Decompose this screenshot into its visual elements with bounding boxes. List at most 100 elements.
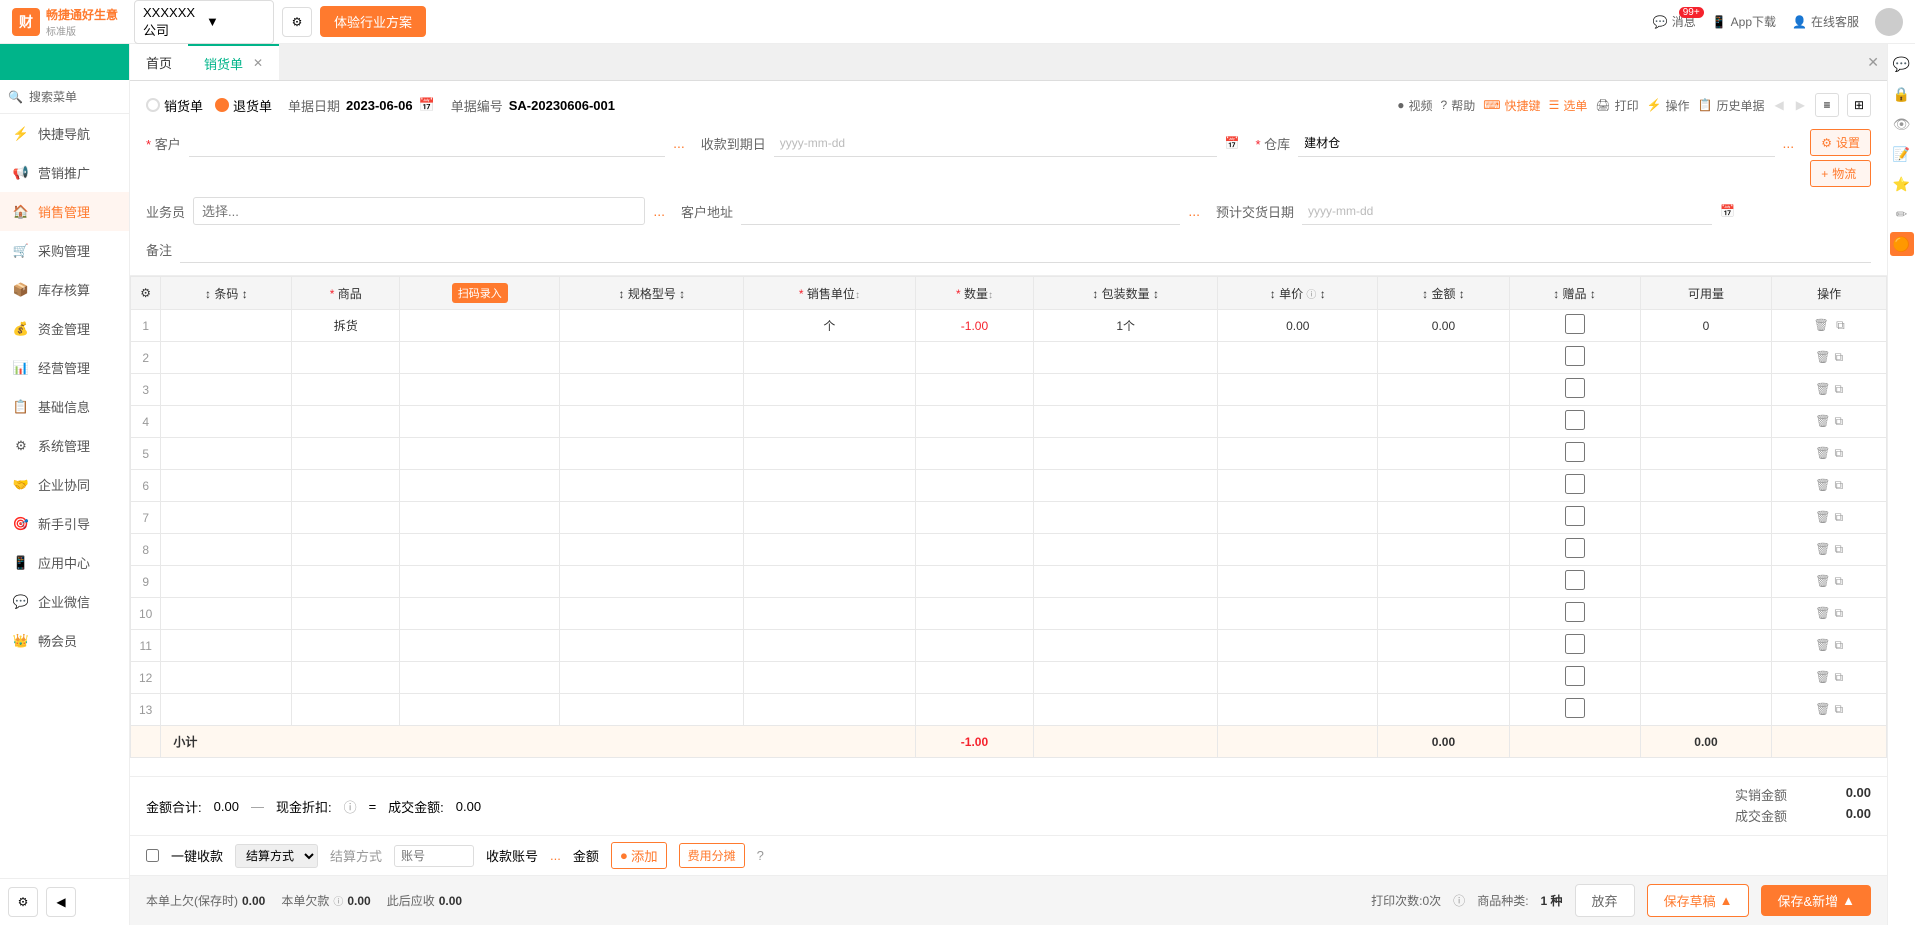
tab-home[interactable]: 首页 [130, 44, 188, 80]
sidebar-item-sales[interactable]: 🏠 销售管理 [0, 192, 129, 231]
sidebar-item-basics[interactable]: 📋 基础信息 [0, 387, 129, 426]
sidebar-item-apps[interactable]: 📱 应用中心 [0, 543, 129, 582]
delete-row-12-icon[interactable]: 🗑 [1815, 670, 1830, 684]
copy-row-2-icon[interactable]: ⧉ [1835, 350, 1844, 364]
avatar[interactable] [1875, 8, 1903, 36]
copy-row-10-icon[interactable]: ⧉ [1835, 606, 1844, 620]
delete-row-6-icon[interactable]: 🗑 [1815, 478, 1830, 492]
logistics-button[interactable]: + 物流 [1810, 160, 1871, 187]
toolbar-shortcut[interactable]: ⌨ 快捷键 [1483, 97, 1540, 114]
gift-checkbox-5[interactable] [1565, 442, 1585, 462]
toolbar-select[interactable]: ☰ 选单 [1549, 97, 1588, 114]
copy-row-8-icon[interactable]: ⧉ [1835, 542, 1844, 556]
copy-row-5-icon[interactable]: ⧉ [1835, 446, 1844, 460]
delete-row-2-icon[interactable]: 🗑 [1815, 350, 1830, 364]
th-unit[interactable]: * 销售单位↕ [744, 277, 915, 310]
gift-checkbox-3[interactable] [1565, 378, 1585, 398]
sidebar-item-operations[interactable]: 📊 经营管理 [0, 348, 129, 387]
delete-row-10-icon[interactable]: 🗑 [1815, 606, 1830, 620]
address-dots-button[interactable]: ... [1188, 203, 1200, 219]
tab-close-icon[interactable]: ✕ [253, 56, 263, 70]
account-dots-button[interactable]: ... [550, 848, 561, 863]
copy-row-3-icon[interactable]: ⧉ [1835, 382, 1844, 396]
right-panel-note-icon[interactable]: 📝 [1890, 142, 1914, 166]
sidebar-item-system[interactable]: ⚙ 系统管理 [0, 426, 129, 465]
customer-address-input[interactable] [741, 197, 1180, 225]
copy-row-12-icon[interactable]: ⧉ [1835, 670, 1844, 684]
right-panel-edit-icon[interactable]: ✏ [1890, 202, 1914, 226]
th-price[interactable]: ↕ 单价 ⓘ ↕ [1218, 277, 1378, 310]
delete-row-3-icon[interactable]: 🗑 [1815, 382, 1830, 396]
gift-checkbox-11[interactable] [1565, 634, 1585, 654]
salesperson-dots-button[interactable]: ... [653, 203, 665, 219]
delete-row-5-icon[interactable]: 🗑 [1815, 446, 1830, 460]
gift-checkbox-7[interactable] [1565, 506, 1585, 526]
copy-row-13-icon[interactable]: ⧉ [1835, 702, 1844, 716]
scan-button[interactable]: 扫码录入 [452, 283, 508, 303]
settings-button[interactable]: ⚙ 设置 [1810, 129, 1871, 156]
delete-row-11-icon[interactable]: 🗑 [1815, 638, 1830, 652]
sidebar-item-finance[interactable]: 💰 资金管理 [0, 309, 129, 348]
collection-date-input[interactable]: yyyy-mm-dd [774, 129, 1217, 157]
gift-checkbox-13[interactable] [1565, 698, 1585, 718]
sidebar-item-marketing[interactable]: 📢 营销推广 [0, 153, 129, 192]
toolbar-print[interactable]: 🖨 打印 [1595, 97, 1638, 114]
app-download-button[interactable]: 📱 App下载 [1712, 13, 1776, 30]
sidebar-item-quick-nav[interactable]: ⚡ 快捷导航 [0, 114, 129, 153]
account-input[interactable] [394, 845, 474, 867]
sidebar-item-member[interactable]: 👑 畅会员 [0, 621, 129, 660]
company-selector[interactable]: XXXXXX公司 ▼ [134, 0, 274, 44]
right-panel-star-icon[interactable]: ⭐ [1890, 172, 1914, 196]
right-panel-chat-icon[interactable]: 💬 [1890, 52, 1914, 76]
th-product[interactable]: * 商品 [292, 277, 400, 310]
sidebar-item-inventory[interactable]: 📦 库存核算 [0, 270, 129, 309]
delete-row-13-icon[interactable]: 🗑 [1815, 702, 1830, 716]
expense-info-icon[interactable]: ? [757, 848, 764, 863]
collection-cal-icon[interactable]: 📅 [1225, 136, 1240, 150]
th-amount[interactable]: ↕ 金额 ↕ [1378, 277, 1509, 310]
copy-row-9-icon[interactable]: ⧉ [1835, 574, 1844, 588]
owe-info-icon[interactable]: ⓘ [333, 893, 343, 908]
view-grid-icon[interactable]: ⊞ [1847, 93, 1871, 117]
sidebar-search[interactable]: 🔍 搜索菜单 [0, 80, 129, 114]
gift-checkbox-8[interactable] [1565, 538, 1585, 558]
gift-checkbox-9[interactable] [1565, 570, 1585, 590]
salesperson-input[interactable] [193, 197, 645, 225]
trial-button[interactable]: 体验行业方案 [320, 6, 426, 37]
right-panel-eye-icon[interactable]: 👁 [1890, 112, 1914, 136]
radio-return[interactable]: 退货单 [215, 96, 272, 115]
copy-row-11-icon[interactable]: ⧉ [1835, 638, 1844, 652]
sidebar-settings-button[interactable]: ⚙ [8, 887, 38, 917]
message-button[interactable]: 💬 消息 99+ [1653, 13, 1696, 30]
sidebar-item-purchase[interactable]: 🛒 采购管理 [0, 231, 129, 270]
delete-row-8-icon[interactable]: 🗑 [1815, 542, 1830, 556]
calendar-icon[interactable]: 📅 [419, 97, 435, 113]
th-pack-qty[interactable]: ↕ 包装数量 ↕ [1034, 277, 1218, 310]
th-spec[interactable]: ↕ 规格型号 ↕ [560, 277, 744, 310]
right-panel-alert-icon[interactable]: 🟠 [1890, 232, 1914, 256]
settings-icon[interactable]: ⚙ [282, 7, 312, 37]
copy-row-6-icon[interactable]: ⧉ [1835, 478, 1844, 492]
discount-info-icon[interactable]: ⓘ [344, 797, 357, 816]
sidebar-collapse-button[interactable]: ◀ [46, 887, 76, 917]
gift-checkbox-6[interactable] [1565, 474, 1585, 494]
th-setting[interactable]: ⚙ [131, 277, 161, 310]
radio-sale[interactable]: 销货单 [146, 96, 203, 115]
th-available[interactable]: 可用量 [1640, 277, 1772, 310]
one-click-checkbox[interactable] [146, 849, 159, 862]
expense-split-button[interactable]: 费用分摊 [679, 843, 745, 868]
gift-checkbox-12[interactable] [1565, 666, 1585, 686]
gift-checkbox-4[interactable] [1565, 410, 1585, 430]
save-draft-button[interactable]: 保存草稿 ▲ [1647, 884, 1750, 917]
delete-row-7-icon[interactable]: 🗑 [1815, 510, 1830, 524]
save-new-button[interactable]: 保存&新增 ▲ [1761, 885, 1871, 916]
toolbar-video[interactable]: ● 视频 [1397, 97, 1432, 114]
view-list-icon[interactable]: ≡ [1815, 93, 1839, 117]
copy-row-7-icon[interactable]: ⧉ [1835, 510, 1844, 524]
warehouse-dots-button[interactable]: ... [1783, 135, 1795, 151]
customer-dots-button[interactable]: ... [673, 135, 685, 151]
toolbar-history[interactable]: 📋 历史单据 [1698, 97, 1765, 114]
delete-row-9-icon[interactable]: 🗑 [1815, 574, 1830, 588]
abandon-button[interactable]: 放弃 [1575, 884, 1635, 917]
toolbar-operation[interactable]: ⚡ 操作 [1647, 97, 1690, 114]
